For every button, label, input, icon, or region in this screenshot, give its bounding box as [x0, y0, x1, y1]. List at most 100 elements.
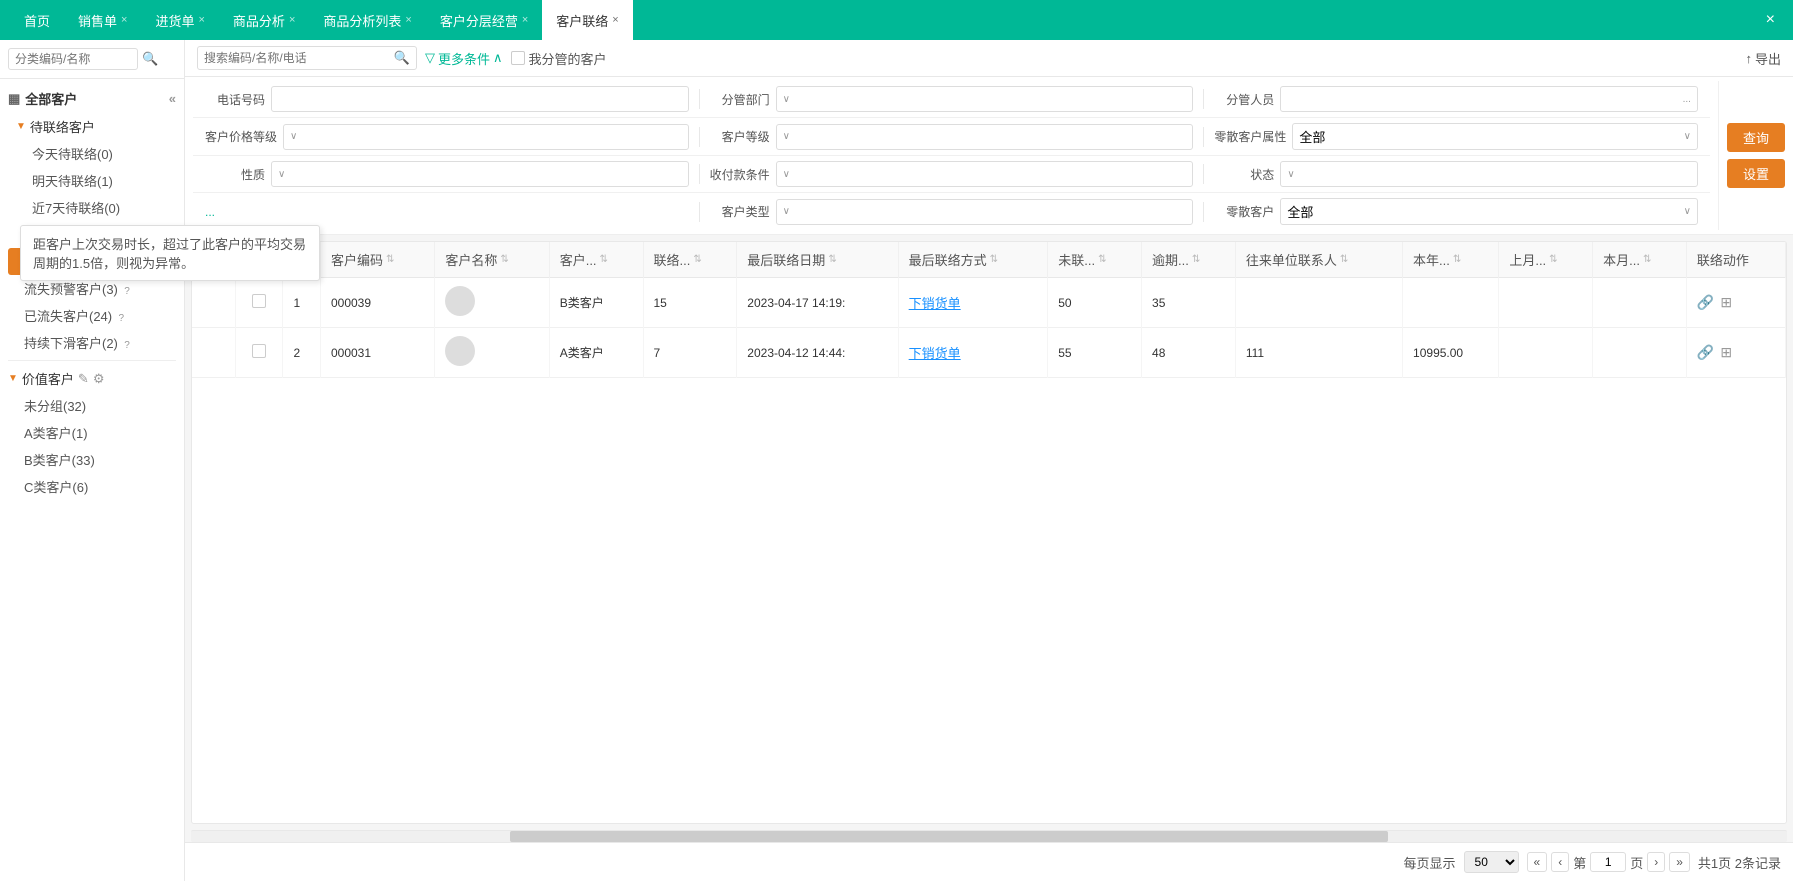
phone-select[interactable]	[271, 86, 689, 112]
my-customers-checkbox[interactable]	[511, 51, 525, 65]
lostpre-info-icon[interactable]: ?	[124, 286, 130, 297]
status-select[interactable]: ∨	[1280, 161, 1698, 187]
sort-icon-overdue[interactable]: ⇅	[1192, 254, 1200, 265]
link-icon-1[interactable]: 🔗	[1697, 294, 1714, 311]
settings-button[interactable]: 设置	[1727, 159, 1785, 188]
filter-bar: 🔍 ▽ 更多条件 ∧ 我分管的客户 ↑ 导出	[185, 40, 1793, 77]
search-icon[interactable]: 🔍	[394, 50, 410, 66]
retail-customer-field: 零散客户 全部 ∨	[1214, 198, 1698, 225]
nav-product-analysis[interactable]: 商品分析 ×	[219, 0, 309, 40]
sort-icon-type[interactable]: ⇅	[600, 254, 608, 265]
sort-icon-unit[interactable]: ⇅	[1340, 254, 1348, 265]
grid-action-icon-1[interactable]: ⊞	[1720, 294, 1732, 311]
contact-method-link-1[interactable]: 下销货单	[909, 296, 961, 311]
retail-attr-label: 零散客户属性	[1214, 128, 1286, 145]
nav-purchase-close[interactable]: ×	[198, 14, 204, 26]
nav-sales[interactable]: 销售单 ×	[64, 0, 141, 40]
sidebar-class-c[interactable]: C类客户(6)	[0, 473, 184, 500]
nav-customer-contact-close[interactable]: ×	[612, 14, 618, 26]
link-icon-2[interactable]: 🔗	[1697, 344, 1714, 361]
nav-customer-management[interactable]: 客户分层经营 ×	[426, 0, 542, 40]
nav-customer-contact[interactable]: 客户联络 ×	[542, 0, 632, 40]
manager-select[interactable]: ...	[1280, 86, 1698, 112]
sidebar-class-b[interactable]: B类客户(33)	[0, 446, 184, 473]
sidebar-declining[interactable]: 持续下滑客户(2) ?	[0, 329, 184, 356]
sort-icon-method[interactable]: ⇅	[990, 254, 998, 265]
retail-customer-select[interactable]: 全部 ∨	[1280, 198, 1698, 225]
price-level-select[interactable]: ∨	[283, 124, 689, 150]
advanced-filter: 电话号码 分管部门 ∨ 分管人员	[185, 77, 1793, 235]
window-close-button[interactable]: ×	[1758, 11, 1783, 29]
contact-method-link-2[interactable]: 下销货单	[909, 346, 961, 361]
grid-action-icon-2[interactable]: ⊞	[1720, 344, 1732, 361]
nav-home[interactable]: 首页	[10, 0, 64, 40]
sort-icon-pending[interactable]: ⇅	[1098, 254, 1106, 265]
payment-label: 收付款条件	[710, 166, 770, 183]
filter-divider-6	[1203, 164, 1204, 184]
declining-info-icon[interactable]: ?	[124, 340, 130, 351]
sidebar-class-a[interactable]: A类客户(1)	[0, 419, 184, 446]
sidebar-search-icon[interactable]: 🔍	[142, 51, 158, 67]
customer-type-select[interactable]: ∨	[776, 199, 1194, 225]
sidebar-search-input[interactable]	[8, 48, 138, 70]
sort-icon-contact[interactable]: ⇅	[693, 254, 701, 265]
first-page-btn[interactable]: «	[1527, 852, 1548, 872]
td-last-contact-date-1: 2023-04-17 14:19:	[737, 278, 898, 328]
dept-select[interactable]: ∨	[776, 86, 1194, 112]
avatar-1	[445, 286, 475, 316]
manager-more-icon[interactable]: ...	[1683, 94, 1691, 105]
sort-icon-code[interactable]: ⇅	[386, 254, 394, 265]
more-conditions-btn[interactable]: ▽ 更多条件 ∧	[425, 49, 503, 68]
sort-icon-this-month[interactable]: ⇅	[1643, 254, 1651, 265]
filter-row-2: 客户价格等级 ∨ 客户等级 ∨	[193, 118, 1710, 156]
sort-icon-last-month[interactable]: ⇅	[1549, 254, 1557, 265]
nav-product-analysis-list-close[interactable]: ×	[405, 14, 411, 26]
content-area: 🔍 ▽ 更多条件 ∧ 我分管的客户 ↑ 导出	[185, 40, 1793, 881]
sidebar-lost[interactable]: 已流失客户(24) ?	[0, 302, 184, 329]
td-last-contact-method-1: 下销货单	[898, 278, 1048, 328]
td-last-contact-date-2: 2023-04-12 14:44:	[737, 328, 898, 378]
td-seq-1: 1	[283, 278, 321, 328]
nav-customer-management-close[interactable]: ×	[522, 14, 528, 26]
next-page-btn[interactable]: ›	[1647, 852, 1665, 872]
more-btn[interactable]: ...	[205, 205, 215, 219]
retail-attr-select[interactable]: 全部 ∨	[1292, 123, 1698, 150]
horizontal-scrollbar[interactable]	[191, 830, 1787, 842]
per-page-select[interactable]: 50 20 100	[1464, 851, 1519, 873]
sidebar-tomorrow[interactable]: 明天待联络(1)	[8, 167, 184, 194]
sidebar-today[interactable]: 今天待联络(0)	[8, 140, 184, 167]
sidebar-week7[interactable]: 近7天待联络(0)	[8, 194, 184, 221]
sort-icon-name[interactable]: ⇅	[500, 254, 508, 265]
nav-product-analysis-list[interactable]: 商品分析列表 ×	[309, 0, 425, 40]
sort-icon-date[interactable]: ⇅	[828, 254, 836, 265]
page-input[interactable]	[1590, 852, 1626, 872]
td-code-2: 000031	[320, 328, 434, 378]
edit-icon[interactable]: ✎	[78, 371, 89, 387]
status-chevron: ∨	[1287, 169, 1294, 180]
row-checkbox-1[interactable]	[252, 294, 266, 308]
row-checkbox-2[interactable]	[252, 344, 266, 358]
customer-grade-select[interactable]: ∨	[776, 124, 1194, 150]
filter-divider-2	[1203, 89, 1204, 109]
pending-contact-header[interactable]: ▼ 待联络客户	[8, 113, 184, 140]
lost-info-icon[interactable]: ?	[118, 313, 124, 324]
query-button[interactable]: 查询	[1727, 123, 1785, 152]
scroll-thumb[interactable]	[510, 831, 1388, 842]
sort-icon-year[interactable]: ⇅	[1453, 254, 1461, 265]
nav-product-analysis-close[interactable]: ×	[289, 14, 295, 26]
sidebar-unclassified[interactable]: 未分组(32)	[0, 392, 184, 419]
collapse-icon[interactable]: «	[169, 91, 176, 106]
search-input[interactable]	[204, 51, 394, 65]
value-customers-header[interactable]: ▼ 价值客户 ✎ ⚙	[0, 365, 184, 392]
row-actions-1: 🔗 ⊞	[1697, 294, 1775, 311]
gender-select[interactable]: ∨	[271, 161, 689, 187]
sidebar-all-customers[interactable]: ▦ 全部客户 «	[0, 84, 184, 113]
prev-page-btn[interactable]: ‹	[1551, 852, 1569, 872]
settings-icon-small[interactable]: ⚙	[93, 371, 105, 387]
payment-select[interactable]: ∨	[776, 161, 1194, 187]
export-button[interactable]: ↑ 导出	[1745, 49, 1781, 68]
filter-row-4: ... 客户类型 ∨ 零散客户 全	[193, 193, 1710, 230]
last-page-btn[interactable]: »	[1669, 852, 1690, 872]
nav-sales-close[interactable]: ×	[121, 14, 127, 26]
nav-purchase[interactable]: 进货单 ×	[141, 0, 218, 40]
